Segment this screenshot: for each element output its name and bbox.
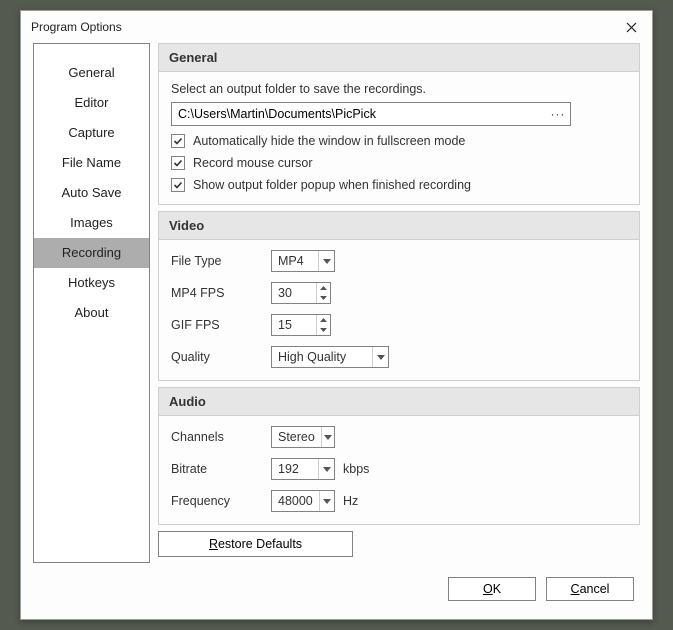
sidebar-item-file-name[interactable]: File Name <box>34 148 149 178</box>
sidebar-item-recording[interactable]: Recording <box>34 238 149 268</box>
check-show-popup[interactable] <box>171 178 185 192</box>
check-record-cursor[interactable] <box>171 156 185 170</box>
video-header: Video <box>159 212 639 240</box>
chevron-up-icon <box>320 286 327 290</box>
mp4-fps-value: 30 <box>272 286 316 300</box>
general-panel: General Select an output folder to save … <box>158 43 640 205</box>
chevron-down-icon <box>323 259 331 264</box>
gif-fps-up[interactable] <box>317 315 330 325</box>
mp4-fps-spinner[interactable]: 30 <box>271 282 331 304</box>
gif-fps-label: GIF FPS <box>171 318 271 332</box>
output-folder-desc: Select an output folder to save the reco… <box>171 82 627 96</box>
window-title: Program Options <box>31 20 122 34</box>
mp4-fps-up[interactable] <box>317 283 330 293</box>
checkmark-icon <box>173 136 183 146</box>
close-button[interactable] <box>616 15 646 39</box>
close-icon <box>626 22 637 33</box>
audio-panel: Audio Channels Stereo Bitrate 192 <box>158 387 640 525</box>
output-folder-input[interactable] <box>172 107 546 121</box>
sidebar-item-general[interactable]: General <box>34 58 149 88</box>
file-type-combo[interactable]: MP4 <box>271 250 335 272</box>
restore-defaults-button[interactable]: Restore Defaults <box>158 531 353 557</box>
bitrate-combo[interactable]: 192 <box>271 458 335 480</box>
cancel-button[interactable]: Cancel <box>546 577 634 601</box>
sidebar-item-editor[interactable]: Editor <box>34 88 149 118</box>
program-options-dialog: Program Options General Editor Capture F… <box>20 10 653 620</box>
channels-combo[interactable]: Stereo <box>271 426 335 448</box>
file-type-label: File Type <box>171 254 271 268</box>
check-record-cursor-label: Record mouse cursor <box>193 156 313 170</box>
sidebar-item-about[interactable]: About <box>34 298 149 328</box>
browse-button[interactable]: ··· <box>546 107 570 121</box>
video-panel: Video File Type MP4 MP4 FPS 30 <box>158 211 640 381</box>
chevron-down-icon <box>323 499 331 504</box>
chevron-down-icon <box>323 467 331 472</box>
file-type-value: MP4 <box>272 254 318 268</box>
gif-fps-down[interactable] <box>317 325 330 335</box>
bitrate-value: 192 <box>272 462 318 476</box>
sidebar-item-auto-save[interactable]: Auto Save <box>34 178 149 208</box>
chevron-up-icon <box>320 318 327 322</box>
channels-value: Stereo <box>272 430 321 444</box>
quality-value: High Quality <box>272 350 372 364</box>
channels-drop[interactable] <box>321 427 334 447</box>
sidebar: General Editor Capture File Name Auto Sa… <box>33 43 150 563</box>
frequency-label: Frequency <box>171 494 271 508</box>
channels-label: Channels <box>171 430 271 444</box>
quality-drop[interactable] <box>372 347 388 367</box>
content-area: General Select an output folder to save … <box>150 43 640 563</box>
checkmark-icon <box>173 158 183 168</box>
gif-fps-value: 15 <box>272 318 316 332</box>
check-auto-hide[interactable] <box>171 134 185 148</box>
bitrate-unit: kbps <box>343 462 369 476</box>
sidebar-item-images[interactable]: Images <box>34 208 149 238</box>
output-folder-field: ··· <box>171 102 571 126</box>
sidebar-item-hotkeys[interactable]: Hotkeys <box>34 268 149 298</box>
quality-combo[interactable]: High Quality <box>271 346 389 368</box>
chevron-down-icon <box>320 296 327 300</box>
frequency-unit: Hz <box>343 494 358 508</box>
frequency-value: 48000 <box>272 494 319 508</box>
frequency-drop[interactable] <box>319 491 334 511</box>
chevron-down-icon <box>377 355 385 360</box>
ok-button[interactable]: OK <box>448 577 536 601</box>
chevron-down-icon <box>324 435 332 440</box>
chevron-down-icon <box>320 328 327 332</box>
quality-label: Quality <box>171 350 271 364</box>
sidebar-item-capture[interactable]: Capture <box>34 118 149 148</box>
file-type-drop[interactable] <box>318 251 334 271</box>
checkmark-icon <box>173 180 183 190</box>
bitrate-label: Bitrate <box>171 462 271 476</box>
footer: OK Cancel <box>21 571 652 601</box>
general-header: General <box>159 44 639 72</box>
check-auto-hide-label: Automatically hide the window in fullscr… <box>193 134 465 148</box>
bitrate-drop[interactable] <box>318 459 334 479</box>
mp4-fps-down[interactable] <box>317 293 330 303</box>
frequency-combo[interactable]: 48000 <box>271 490 335 512</box>
titlebar: Program Options <box>21 11 652 43</box>
mp4-fps-label: MP4 FPS <box>171 286 271 300</box>
check-show-popup-label: Show output folder popup when finished r… <box>193 178 471 192</box>
audio-header: Audio <box>159 388 639 416</box>
gif-fps-spinner[interactable]: 15 <box>271 314 331 336</box>
